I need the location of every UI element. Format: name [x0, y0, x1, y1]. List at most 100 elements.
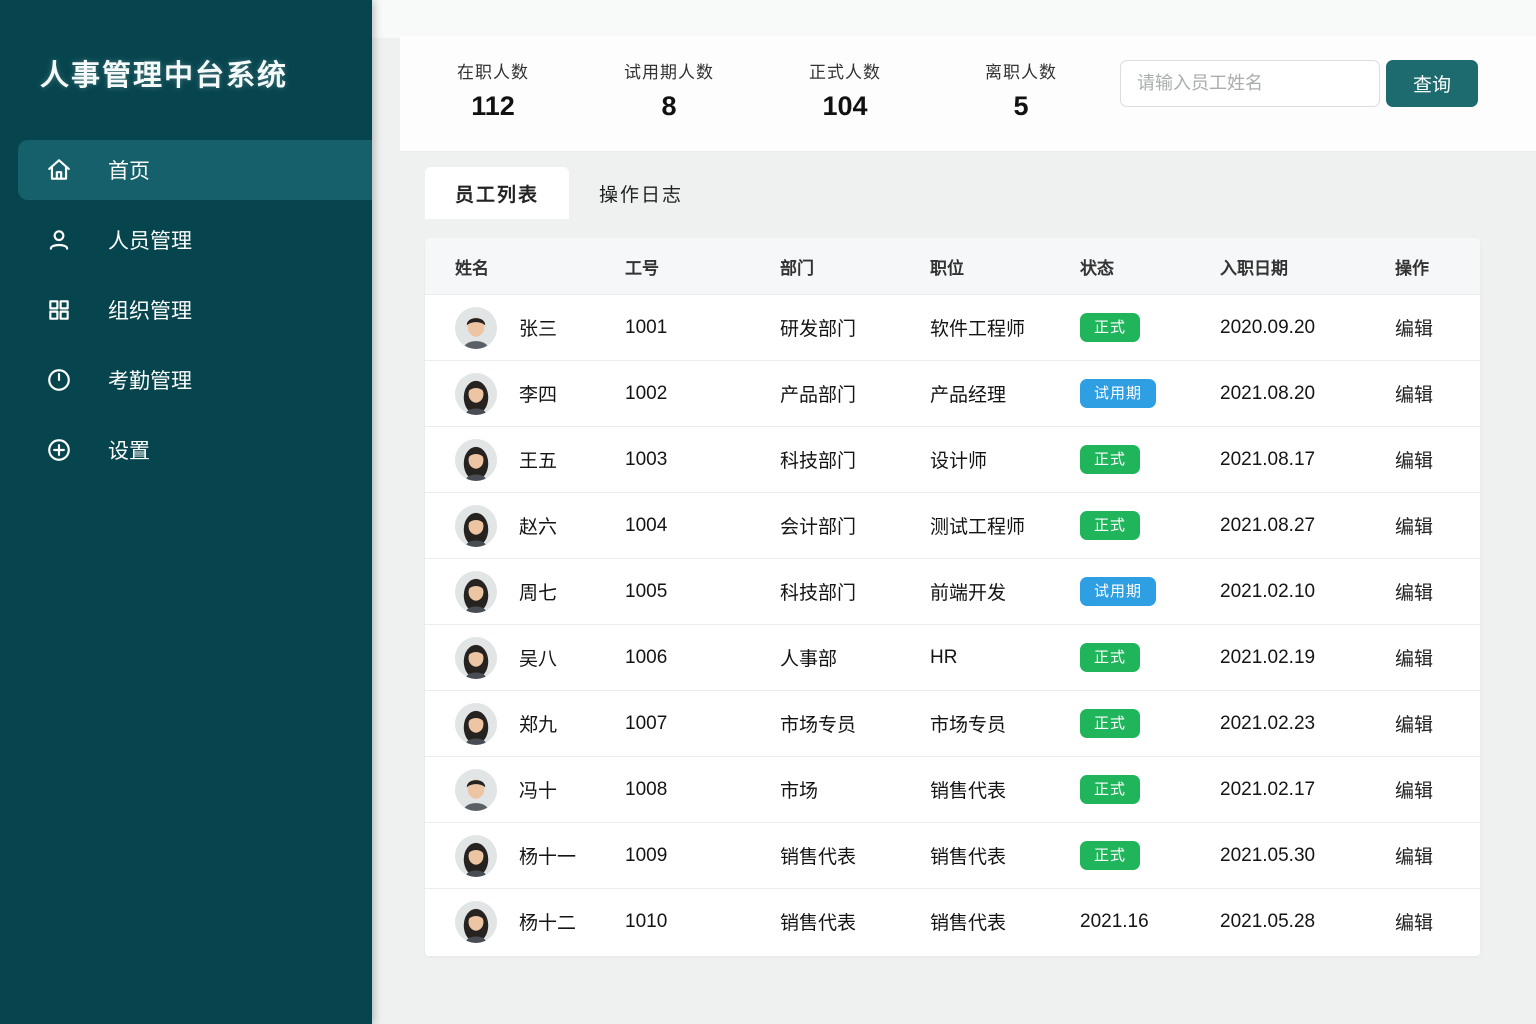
sidebar-menu: 首页人员管理组织管理考勤管理设置	[0, 140, 372, 480]
edit-button[interactable]: 编辑	[1395, 517, 1433, 538]
sidebar-item-label: 设置	[108, 440, 150, 463]
employee-dept: 产品部门	[780, 385, 857, 406]
employee-dept: 销售代表	[780, 913, 857, 934]
employee-dept: 科技部门	[780, 451, 857, 472]
edit-button[interactable]: 编辑	[1395, 583, 1433, 604]
edit-button[interactable]: 编辑	[1395, 913, 1433, 934]
status-badge: 试用期	[1080, 379, 1157, 408]
hire-date: 2021.08.17	[1220, 448, 1316, 470]
hire-date: 2021.02.10	[1220, 580, 1316, 602]
stat-card-0: 在职人数 112	[405, 36, 581, 152]
table-row: 杨十一 1009 销售代表 销售代表 正式 2021.05.30 编辑	[425, 822, 1480, 888]
avatar	[455, 504, 497, 547]
table-header: 姓名 工号 部门 职位 状态 入职日期 操作	[425, 238, 1480, 294]
employee-position: 销售代表	[930, 847, 1007, 868]
status-badge: 正式	[1080, 313, 1141, 342]
employee-dept: 会计部门	[780, 517, 857, 538]
edit-button[interactable]: 编辑	[1395, 781, 1433, 802]
table-row: 杨十二 1010 销售代表 销售代表 2021.16 2021.05.28 编辑	[425, 888, 1480, 954]
employee-id: 1009	[625, 844, 668, 866]
edit-button[interactable]: 编辑	[1395, 847, 1433, 868]
avatar	[455, 372, 497, 415]
app-title: 人事管理中台系统	[40, 60, 289, 92]
employee-position: 销售代表	[930, 913, 1007, 934]
stat-label: 在职人数	[457, 63, 529, 82]
tab-1[interactable]: 操作日志	[569, 167, 713, 219]
avatar	[455, 702, 497, 745]
hire-date: 2020.09.20	[1220, 316, 1316, 338]
employee-name: 杨十二	[519, 913, 577, 934]
edit-button[interactable]: 编辑	[1395, 451, 1433, 472]
table-row: 冯十 1008 市场 销售代表 正式 2021.02.17 编辑	[425, 756, 1480, 822]
employee-position: 销售代表	[930, 781, 1007, 802]
tab-bar: 员工列表 操作日志	[425, 167, 713, 219]
settings-icon	[46, 437, 72, 463]
sidebar-item-3[interactable]: 考勤管理	[18, 350, 372, 410]
grid-icon	[46, 297, 72, 323]
employee-position: HR	[930, 646, 958, 668]
table-row: 张三 1001 研发部门 软件工程师 正式 2020.09.20 编辑	[425, 294, 1480, 360]
status-badge: 正式	[1080, 445, 1141, 474]
edit-button[interactable]: 编辑	[1395, 319, 1433, 340]
table-row: 赵六 1004 会计部门 测试工程师 正式 2021.08.27 编辑	[425, 492, 1480, 558]
sidebar-item-label: 考勤管理	[108, 370, 192, 393]
search-button[interactable]: 查询	[1386, 60, 1478, 107]
search-box: 查询	[1120, 60, 1478, 107]
sidebar-item-4[interactable]: 设置	[18, 420, 372, 480]
sidebar: 人事管理中台系统 首页人员管理组织管理考勤管理设置	[0, 0, 372, 1024]
employee-id: 1005	[625, 580, 668, 602]
status-badge: 正式	[1080, 709, 1141, 738]
search-input[interactable]	[1120, 60, 1380, 107]
stat-value: 8	[661, 91, 677, 121]
table-row: 王五 1003 科技部门 设计师 正式 2021.08.17 编辑	[425, 426, 1480, 492]
employee-id: 1008	[625, 778, 668, 800]
stats-row: 在职人数 112 试用期人数 8 正式人数 104 离职人数 5	[405, 36, 1109, 152]
status-badge: 正式	[1080, 841, 1141, 870]
employee-id: 1003	[625, 448, 668, 470]
stat-value: 104	[822, 91, 868, 121]
employee-name: 郑九	[519, 715, 558, 736]
col-header-0: 姓名	[455, 258, 489, 278]
sidebar-item-1[interactable]: 人员管理	[18, 210, 372, 270]
employee-position: 市场专员	[930, 715, 1007, 736]
employee-name: 赵六	[519, 517, 558, 538]
employee-position: 产品经理	[930, 385, 1007, 406]
hire-date: 2021.02.17	[1220, 778, 1316, 800]
avatar	[455, 834, 497, 877]
avatar	[455, 900, 497, 943]
stat-card-1: 试用期人数 8	[581, 36, 757, 152]
avatar	[455, 306, 497, 349]
avatar	[455, 768, 497, 811]
sidebar-item-label: 人员管理	[108, 230, 192, 253]
edit-button[interactable]: 编辑	[1395, 649, 1433, 670]
employee-id: 1002	[625, 382, 668, 404]
employee-id: 1004	[625, 514, 668, 536]
stat-card-2: 正式人数 104	[757, 36, 933, 152]
stat-label: 正式人数	[809, 63, 881, 82]
employee-id: 1001	[625, 316, 668, 338]
employee-dept: 销售代表	[780, 847, 857, 868]
edit-button[interactable]: 编辑	[1395, 385, 1433, 406]
col-header-2: 部门	[780, 258, 814, 278]
hire-date: 2021.05.30	[1220, 844, 1316, 866]
table-row: 李四 1002 产品部门 产品经理 试用期 2021.08.20 编辑	[425, 360, 1480, 426]
table-row: 吴八 1006 人事部 HR 正式 2021.02.19 编辑	[425, 624, 1480, 690]
employee-name: 张三	[519, 319, 558, 340]
employee-id: 1007	[625, 712, 668, 734]
hire-date: 2021.08.27	[1220, 514, 1316, 536]
stat-card-3: 离职人数 5	[933, 36, 1109, 152]
employee-position: 软件工程师	[930, 319, 1026, 340]
sidebar-item-2[interactable]: 组织管理	[18, 280, 372, 340]
edit-button[interactable]: 编辑	[1395, 715, 1433, 736]
status-badge: 正式	[1080, 511, 1141, 540]
stat-label: 离职人数	[985, 63, 1057, 82]
sidebar-item-0[interactable]: 首页	[18, 140, 372, 200]
employee-name: 吴八	[519, 649, 558, 670]
employee-id: 1006	[625, 646, 668, 668]
employee-name: 王五	[519, 451, 558, 472]
clock-icon	[46, 367, 72, 393]
sidebar-item-label: 首页	[108, 160, 150, 183]
tab-0[interactable]: 员工列表	[425, 167, 570, 219]
stat-value: 5	[1013, 91, 1029, 121]
employee-dept: 市场专员	[780, 715, 857, 736]
